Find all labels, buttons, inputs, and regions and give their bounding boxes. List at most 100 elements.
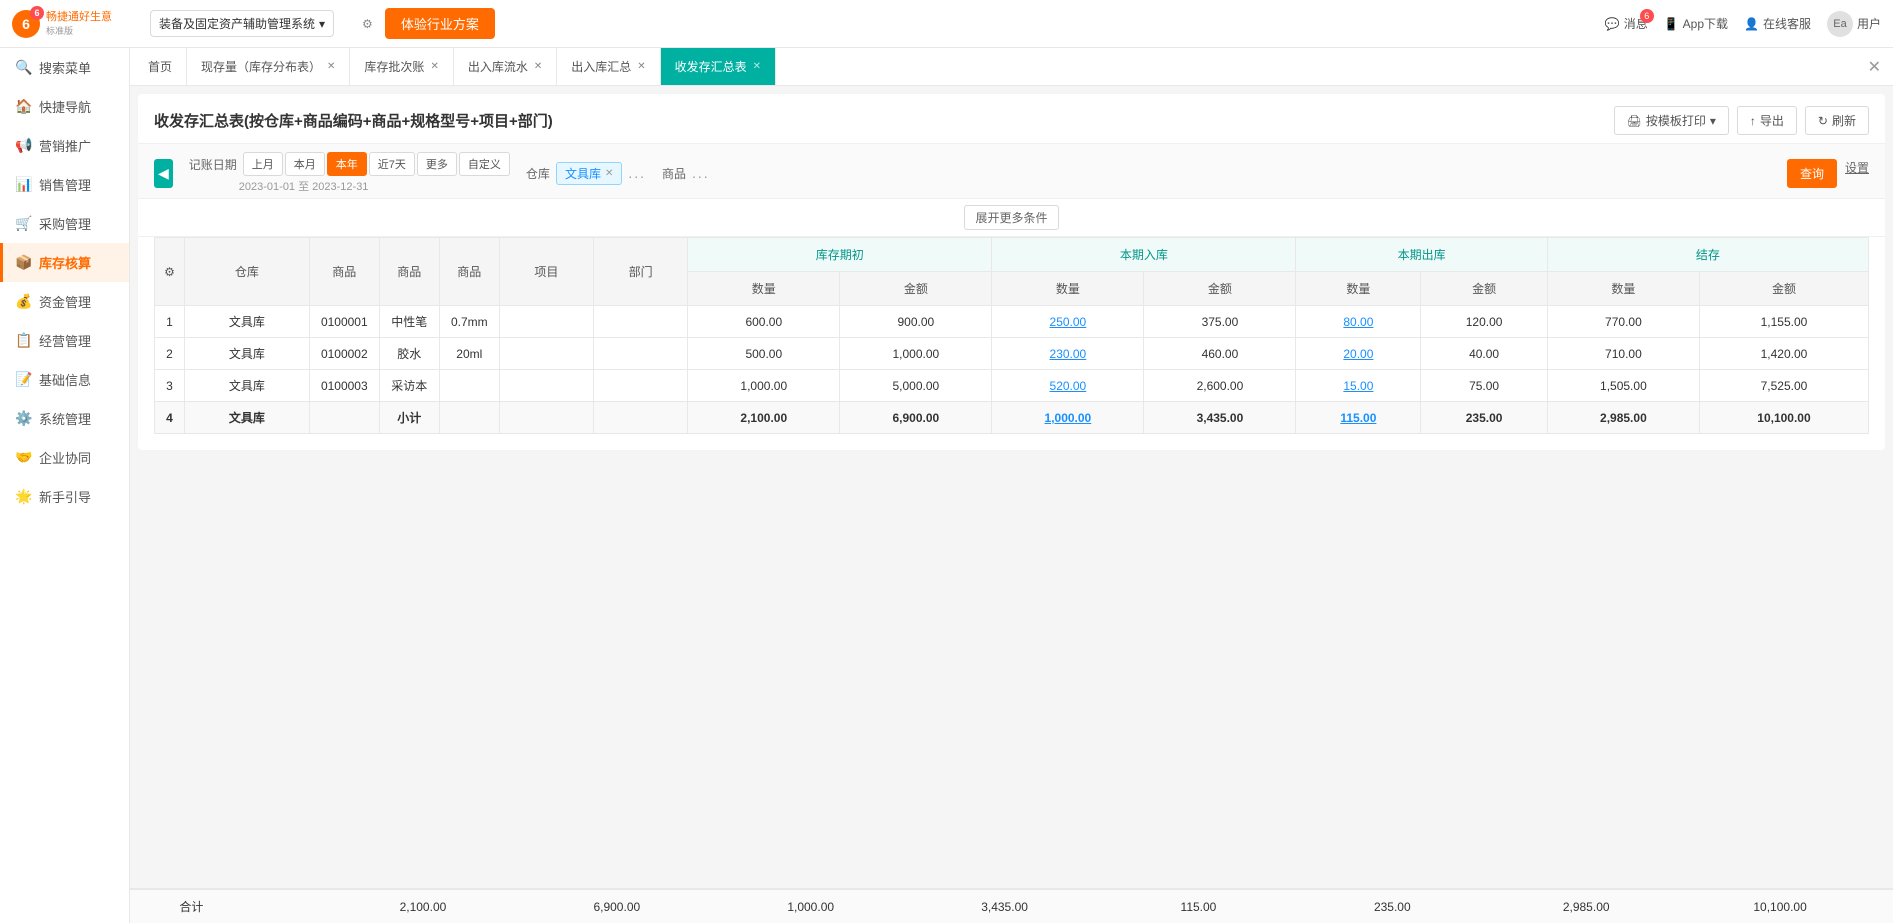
cell-bal-amt: 1,155.00 (1699, 306, 1868, 338)
print-button[interactable]: 🖨 按模板打印 ▾ (1614, 106, 1729, 135)
cell-out-qty[interactable]: 20.00 (1296, 338, 1421, 370)
tab-summary[interactable]: 出入库汇总 ✕ (557, 48, 660, 86)
tab-close-3[interactable]: ✕ (534, 61, 542, 72)
table-row: 3文具库0100003采访本1,000.005,000.00520.002,60… (155, 370, 1869, 402)
megaphone-icon: 📢 (15, 137, 33, 154)
notif-count: 6 (1640, 9, 1654, 23)
date-btn-this-month[interactable]: 本月 (285, 152, 325, 176)
cell-open-qty: 2,100.00 (688, 402, 840, 434)
chevron-down-icon: ▾ (319, 17, 325, 31)
tab-flow[interactable]: 出入库流水 ✕ (454, 48, 557, 86)
footer-in-amt: 3,435.00 (908, 900, 1102, 914)
money-icon: 💰 (15, 293, 33, 310)
system-selector[interactable]: 装备及固定资产辅助管理系统 ▾ (150, 10, 334, 37)
export-button[interactable]: ↑ 导出 (1737, 106, 1797, 135)
date-filter: 记账日期 上月 本月 本年 近7天 更多 自定义 2023-01-01 至 20… (189, 152, 510, 194)
cell-open-amt: 5,000.00 (840, 370, 992, 402)
cell-name: 小计 (379, 402, 439, 434)
cell-out-qty[interactable]: 15.00 (1296, 370, 1421, 402)
filter-collapse-btn[interactable]: ◀ (154, 159, 173, 188)
cell-bal-amt: 1,420.00 (1699, 338, 1868, 370)
tab-close-2[interactable]: ✕ (430, 61, 438, 72)
warehouse-tag-close[interactable]: ✕ (605, 168, 613, 179)
sidebar-item-sales[interactable]: 📊 销售管理 (0, 165, 129, 204)
cell-bal-amt: 7,525.00 (1699, 370, 1868, 402)
tab-home[interactable]: 首页 (134, 48, 187, 86)
user-btn[interactable]: Ea 用户 (1827, 11, 1881, 37)
sidebar-item-purchase[interactable]: 🛒 采购管理 (0, 204, 129, 243)
tab-receive-summary[interactable]: 收发存汇总表 ✕ (661, 48, 776, 86)
th-open-amt: 金额 (840, 272, 992, 306)
cell-project (499, 338, 593, 370)
sidebar-item-finance[interactable]: 💰 资金管理 (0, 282, 129, 321)
settings-icon[interactable]: ⚙ (358, 15, 377, 33)
th-gear[interactable]: ⚙ (155, 238, 185, 306)
sidebar-item-operations[interactable]: 📋 经营管理 (0, 321, 129, 360)
cell-in-amt: 375.00 (1144, 306, 1296, 338)
tab-close-1[interactable]: ✕ (327, 61, 335, 72)
gear-icon: ⚙️ (15, 410, 33, 427)
tab-batch[interactable]: 库存批次账 ✕ (350, 48, 453, 86)
table-settings-icon[interactable]: ⚙ (164, 265, 175, 279)
cell-out-qty[interactable]: 115.00 (1296, 402, 1421, 434)
cell-open-qty: 1,000.00 (688, 370, 840, 402)
sidebar-item-system[interactable]: ⚙️ 系统管理 (0, 399, 129, 438)
th-bal-amt: 金额 (1699, 272, 1868, 306)
sidebar-item-inventory[interactable]: 📦 库存核算 (0, 243, 129, 282)
refresh-button[interactable]: ↻ 刷新 (1805, 106, 1869, 135)
cell-code: 0100003 (309, 370, 379, 402)
date-btn-custom[interactable]: 自定义 (459, 152, 510, 176)
cell-out-amt: 120.00 (1421, 306, 1548, 338)
app-download-btn[interactable]: 📱 App下载 (1664, 15, 1728, 32)
trial-button[interactable]: 体验行业方案 (385, 8, 495, 39)
sidebar-item-guide[interactable]: 🌟 新手引导 (0, 477, 129, 516)
date-btn-7days[interactable]: 近7天 (369, 152, 415, 176)
page-inner: 收发存汇总表(按仓库+商品编码+商品+规格型号+项目+部门) 🖨 按模板打印 ▾… (138, 94, 1885, 450)
top-header: 6 6 畅捷通好生意 标准版 装备及固定资产辅助管理系统 ▾ ⚙ 体验行业方案 … (0, 0, 1893, 48)
bell-icon: 💬 (1605, 17, 1620, 31)
warehouse-more[interactable]: ... (628, 165, 646, 181)
close-all-button[interactable]: ✕ (1860, 53, 1889, 81)
tab-close-4[interactable]: ✕ (637, 61, 645, 72)
expand-conditions-btn[interactable]: 展开更多条件 (964, 205, 1058, 230)
th-project: 项目 (499, 238, 593, 306)
date-btn-more[interactable]: 更多 (417, 152, 457, 176)
footer-open-qty: 2,100.00 (326, 900, 520, 914)
warehouse-filter: 仓库 文具库 ✕ ... (526, 162, 646, 185)
cell-bal-qty: 770.00 (1547, 306, 1699, 338)
cell-out-qty[interactable]: 80.00 (1296, 306, 1421, 338)
cell-seq: 1 (155, 306, 185, 338)
cell-bal-qty: 1,505.00 (1547, 370, 1699, 402)
settings-link[interactable]: 设置 (1845, 159, 1869, 188)
online-service-btn[interactable]: 👤 在线客服 (1744, 15, 1811, 32)
warehouse-label: 仓库 (526, 165, 550, 182)
export-icon: ↑ (1750, 114, 1756, 128)
cell-in-qty[interactable]: 1,000.00 (992, 402, 1144, 434)
notification-btn[interactable]: 💬 消息 6 (1605, 15, 1648, 32)
date-btn-last-month[interactable]: 上月 (243, 152, 283, 176)
th-in-amt: 金额 (1144, 272, 1296, 306)
date-btn-this-year[interactable]: 本年 (327, 152, 367, 176)
sidebar-item-marketing[interactable]: 📢 营销推广 (0, 126, 129, 165)
sidebar-item-search[interactable]: 🔍 搜索菜单 (0, 48, 129, 87)
tab-inventory-dist[interactable]: 现存量（库存分布表） ✕ (187, 48, 350, 86)
query-button[interactable]: 查询 (1787, 159, 1837, 188)
footer-out-qty: 115.00 (1102, 900, 1296, 914)
cell-project (499, 402, 593, 434)
brand-sub: 标准版 (46, 24, 112, 37)
cell-in-qty[interactable]: 250.00 (992, 306, 1144, 338)
th-in: 本期入库 (992, 238, 1296, 272)
cell-code: 0100002 (309, 338, 379, 370)
cell-name: 采访本 (379, 370, 439, 402)
cell-in-qty[interactable]: 230.00 (992, 338, 1144, 370)
cell-in-qty[interactable]: 520.00 (992, 370, 1144, 402)
cell-spec: 0.7mm (439, 306, 499, 338)
goods-more[interactable]: ... (692, 165, 710, 181)
chart-icon: 📊 (15, 176, 33, 193)
cell-warehouse: 文具库 (185, 402, 310, 434)
tab-close-5[interactable]: ✕ (753, 61, 761, 72)
cell-warehouse: 文具库 (185, 306, 310, 338)
sidebar-item-quick[interactable]: 🏠 快捷导航 (0, 87, 129, 126)
sidebar-item-base[interactable]: 📝 基础信息 (0, 360, 129, 399)
sidebar-item-collab[interactable]: 🤝 企业协同 (0, 438, 129, 477)
